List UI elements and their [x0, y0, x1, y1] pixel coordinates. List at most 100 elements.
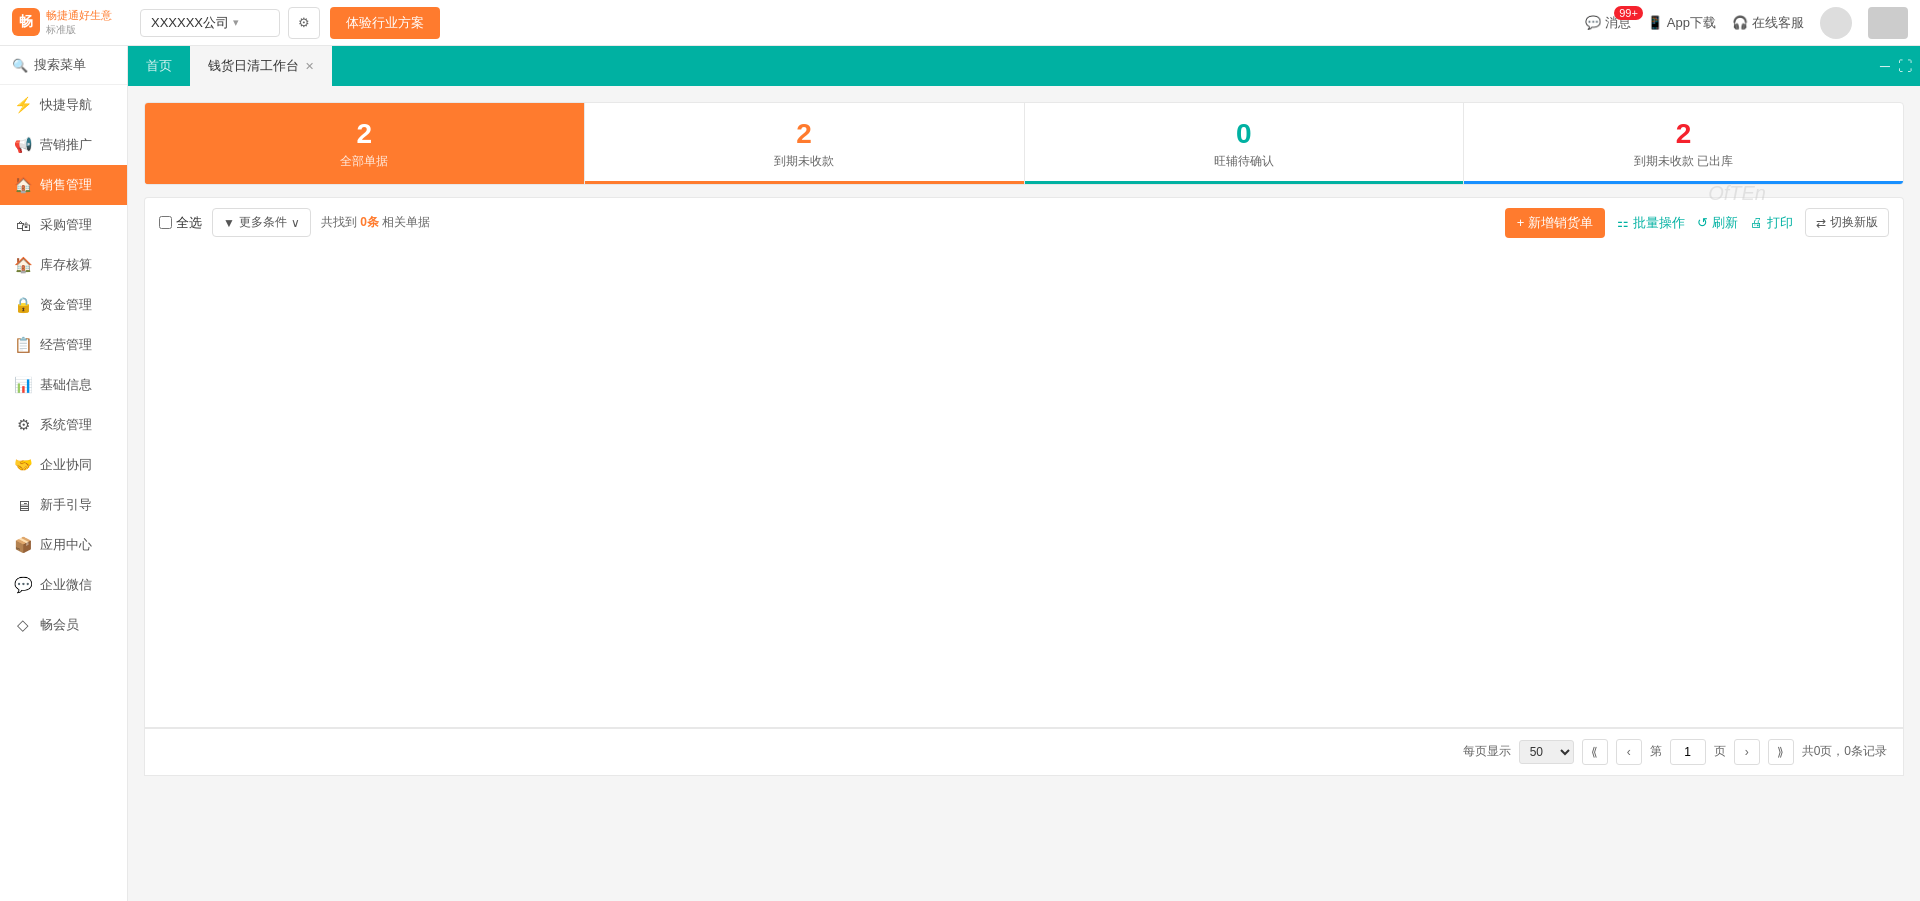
- filter-label: 更多条件: [239, 214, 287, 231]
- switch-version-button[interactable]: ⇄ 切换新版: [1805, 208, 1889, 237]
- app-download-button[interactable]: 📱 App下载: [1647, 14, 1716, 32]
- sidebar-label: 畅会员: [40, 616, 79, 634]
- sidebar-item-inventory[interactable]: 🏠 库存核算: [0, 245, 127, 285]
- sidebar-item-sales[interactable]: 🏠 销售管理: [0, 165, 127, 205]
- online-service-button[interactable]: 🎧 在线客服: [1732, 14, 1804, 32]
- batch-icon: ⚏: [1617, 215, 1629, 230]
- operations-icon: 📋: [14, 336, 32, 354]
- stat-label-overdue-unpaid: 到期未收款: [605, 153, 1004, 170]
- page-label2: 页: [1714, 743, 1726, 760]
- sidebar-label: 销售管理: [40, 176, 92, 194]
- purchase-icon: 🛍: [14, 217, 32, 234]
- search-menu-button[interactable]: 🔍 搜索菜单: [0, 46, 127, 85]
- page-size-select[interactable]: 50 20 100: [1519, 740, 1574, 764]
- stat-card-wangpu[interactable]: 0 旺辅待确认: [1025, 103, 1465, 184]
- quick-nav-icon: ⚡: [14, 96, 32, 114]
- add-sale-button[interactable]: + 新增销货单: [1505, 208, 1605, 238]
- sidebar-item-app-center[interactable]: 📦 应用中心: [0, 525, 127, 565]
- search-icon: 🔍: [12, 58, 28, 73]
- main-content: 首页 钱货日清工作台 ✕ ─ ⛶ 2 全部单据 2 到期未收款 0: [128, 46, 1920, 901]
- stat-card-all[interactable]: 2 全部单据: [145, 103, 585, 184]
- enterprise-icon: 🤝: [14, 456, 32, 474]
- search-menu-label: 搜索菜单: [34, 56, 86, 74]
- sidebar-item-quick-nav[interactable]: ⚡ 快捷导航: [0, 85, 127, 125]
- refresh-icon: ↺: [1697, 215, 1708, 230]
- stat-num-overdue-unpaid: 2: [605, 117, 1004, 151]
- company-name: XXXXXX公司: [151, 14, 229, 32]
- sidebar-label: 新手引导: [40, 496, 92, 514]
- sidebar-item-enterprise[interactable]: 🤝 企业协同: [0, 445, 127, 485]
- sidebar: 🔍 搜索菜单 ⚡ 快捷导航 📢 营销推广 🏠 销售管理 🛍 采购管理 🏠 库存核…: [0, 46, 128, 901]
- tab-end-buttons: ─ ⛶: [1880, 58, 1920, 74]
- sidebar-item-member[interactable]: ◇ 畅会员: [0, 605, 127, 645]
- stat-card-overdue-unshipped[interactable]: 2 到期未收款 已出库: [1464, 103, 1903, 184]
- chevron-down-icon: ▾: [233, 16, 239, 29]
- service-icon: 🎧: [1732, 15, 1748, 30]
- avatar-extra[interactable]: [1868, 7, 1908, 39]
- logo-text: 畅捷通好生意: [46, 8, 112, 22]
- total-info: 共0页，0条记录: [1802, 743, 1887, 760]
- header-right: 💬 消息 99+ 📱 App下载 🎧 在线客服: [1585, 7, 1908, 39]
- refresh-button[interactable]: ↺ 刷新: [1697, 214, 1738, 232]
- table-area: [144, 248, 1904, 728]
- next-page-button[interactable]: ›: [1734, 739, 1760, 765]
- sidebar-item-wechat[interactable]: 💬 企业微信: [0, 565, 127, 605]
- page-label: 第: [1650, 743, 1662, 760]
- system-icon: ⚙: [14, 416, 32, 434]
- stat-label-all: 全部单据: [165, 153, 564, 170]
- tab-cashflow[interactable]: 钱货日清工作台 ✕: [190, 46, 332, 86]
- tab-home[interactable]: 首页: [128, 46, 190, 86]
- filter-button[interactable]: ▼ 更多条件 ∨: [212, 208, 311, 237]
- toolbar-right: + 新增销货单 ⚏ 批量操作 ↺ 刷新 🖨 打印 ⇄ 切换新版: [1505, 208, 1889, 238]
- experience-button[interactable]: 体验行业方案: [330, 7, 440, 39]
- page-size-label: 每页显示: [1463, 743, 1511, 760]
- tab-maximize-icon[interactable]: ⛶: [1898, 58, 1912, 74]
- sidebar-item-purchase[interactable]: 🛍 采购管理: [0, 205, 127, 245]
- found-text: 共找到 0条 相关单据: [321, 214, 430, 231]
- chevron-icon: ∨: [291, 216, 300, 230]
- stat-card-overdue-unpaid[interactable]: 2 到期未收款: [585, 103, 1025, 184]
- sidebar-item-operations[interactable]: 📋 经营管理: [0, 325, 127, 365]
- logo-area: 畅 畅捷通好生意 标准版: [12, 8, 140, 36]
- sidebar-item-finance[interactable]: 🔒 资金管理: [0, 285, 127, 325]
- print-button[interactable]: 🖨 打印: [1750, 214, 1793, 232]
- select-all-input[interactable]: [159, 216, 172, 229]
- avatar[interactable]: [1820, 7, 1852, 39]
- sidebar-item-guide[interactable]: 🖥 新手引导: [0, 485, 127, 525]
- tab-minimize-icon[interactable]: ─: [1880, 58, 1890, 74]
- sidebar-label: 资金管理: [40, 296, 92, 314]
- company-selector[interactable]: XXXXXX公司 ▾: [140, 9, 280, 37]
- sidebar-label: 企业微信: [40, 576, 92, 594]
- finance-icon: 🔒: [14, 296, 32, 314]
- stat-underline-overdue-unshipped: [1464, 181, 1903, 184]
- stats-row: 2 全部单据 2 到期未收款 0 旺辅待确认 2 到期未收款 已出库: [144, 102, 1904, 185]
- sidebar-item-marketing[interactable]: 📢 营销推广: [0, 125, 127, 165]
- select-all-checkbox[interactable]: 全选: [159, 214, 202, 232]
- sidebar-label: 经营管理: [40, 336, 92, 354]
- batch-operation-button[interactable]: ⚏ 批量操作: [1617, 214, 1685, 232]
- page-input[interactable]: [1670, 739, 1706, 765]
- stat-label-wangpu: 旺辅待确认: [1045, 153, 1444, 170]
- download-icon: 📱: [1647, 15, 1663, 30]
- logo-icon: 畅: [12, 8, 40, 36]
- last-page-button[interactable]: ⟫: [1768, 739, 1794, 765]
- sidebar-label: 库存核算: [40, 256, 92, 274]
- switch-icon: ⇄: [1816, 216, 1826, 230]
- gear-icon: ⚙: [298, 15, 310, 30]
- message-button[interactable]: 💬 消息 99+: [1585, 14, 1631, 32]
- stat-num-wangpu: 0: [1045, 117, 1444, 151]
- prev-page-button[interactable]: ‹: [1616, 739, 1642, 765]
- sidebar-item-system[interactable]: ⚙ 系统管理: [0, 405, 127, 445]
- first-page-button[interactable]: ⟪: [1582, 739, 1608, 765]
- stat-num-overdue-unshipped: 2: [1484, 117, 1883, 151]
- sidebar-item-basic-info[interactable]: 📊 基础信息: [0, 365, 127, 405]
- found-count: 0条: [360, 215, 379, 229]
- message-badge: 99+: [1614, 6, 1643, 20]
- tab-bar: 首页 钱货日清工作台 ✕ ─ ⛶: [128, 46, 1920, 86]
- settings-button[interactable]: ⚙: [288, 7, 320, 39]
- wechat-icon: 💬: [14, 576, 32, 594]
- filter-icon: ▼: [223, 216, 235, 230]
- tab-close-icon[interactable]: ✕: [305, 60, 314, 73]
- table-empty: [145, 248, 1903, 648]
- stat-num-all: 2: [165, 117, 564, 151]
